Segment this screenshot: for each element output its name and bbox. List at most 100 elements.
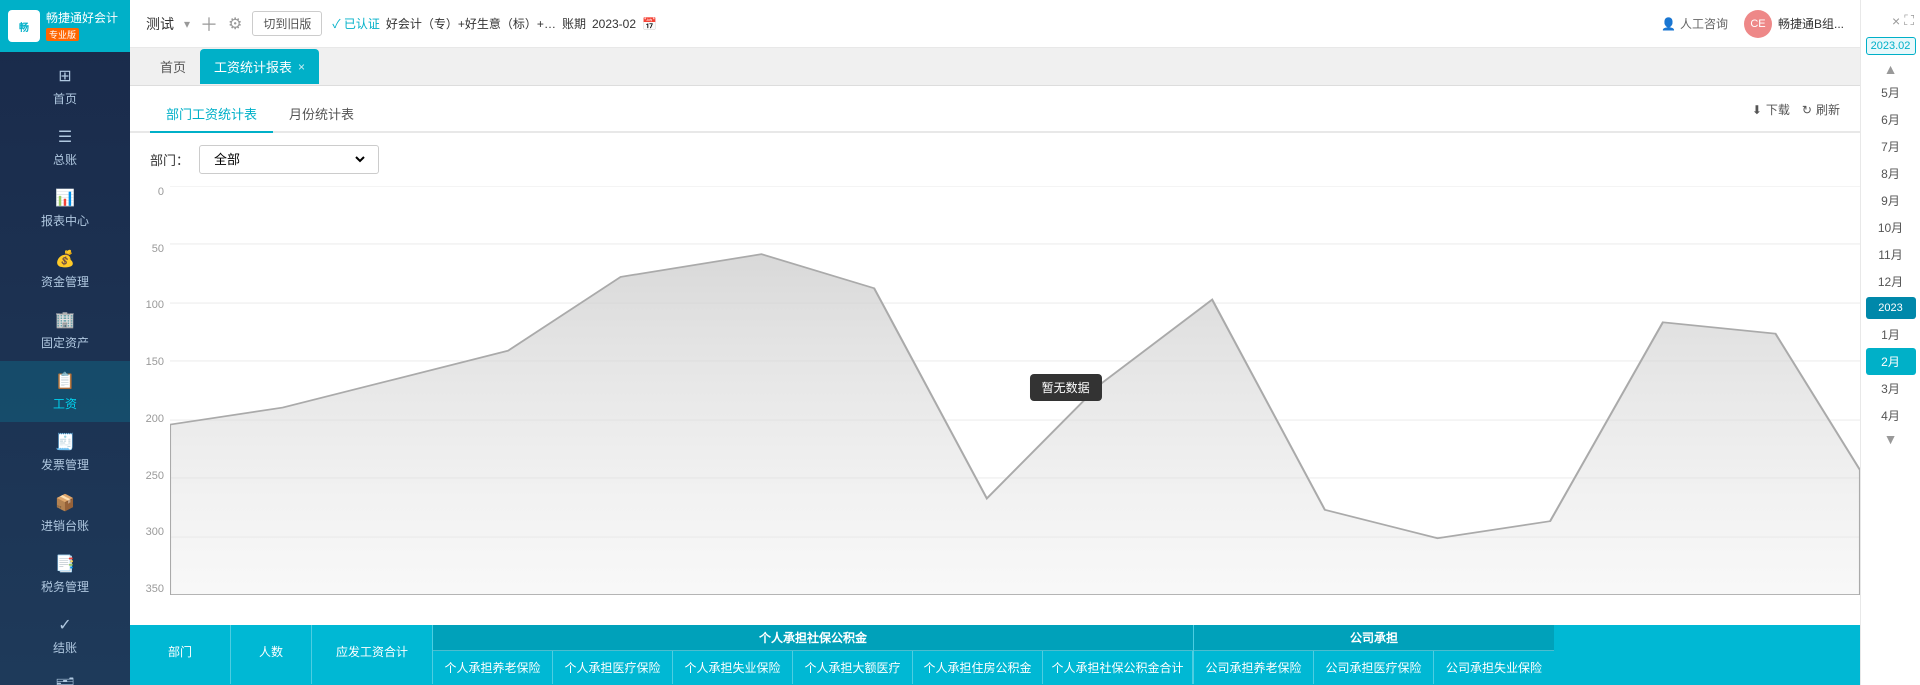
sidebar-item-settle[interactable]: ✓ 结账 bbox=[0, 605, 130, 666]
month-2-active[interactable]: 2月 bbox=[1866, 348, 1916, 375]
group-company-header: 公司承担 bbox=[1194, 625, 1554, 651]
next-period-button[interactable]: ▼ bbox=[1882, 429, 1900, 449]
reports-icon: 📊 bbox=[55, 188, 75, 208]
sidebar-item-archive[interactable]: 🗂 归档管理 bbox=[0, 666, 130, 685]
salary-icon: 📋 bbox=[55, 371, 75, 391]
col-personal-major-medical: 个人承担大额医疗 bbox=[793, 651, 913, 684]
period-label: 账期 bbox=[562, 15, 586, 32]
group-company: 公司承担 公司承担养老保险 公司承担医疗保险 公司承担失业保险 bbox=[1194, 625, 1554, 684]
sub-tab-month[interactable]: 月份统计表 bbox=[273, 96, 370, 133]
group-personal: 个人承担社保公积金 个人承担养老保险 个人承担医疗保险 个人承担失业保险 个人承… bbox=[433, 625, 1194, 684]
month-8[interactable]: 8月 bbox=[1866, 160, 1916, 187]
logo-name: 畅捷通好会计 bbox=[46, 11, 118, 27]
main-area: 测试 ▾ ＋ ⚙ 切到旧版 ✓ 已认证 好会计（专）+好生意（标）+… 账期 2… bbox=[130, 0, 1860, 685]
date-panel: 2023.02 ▲ 5月 6月 7月 8月 9月 10月 11月 12月 202… bbox=[1861, 33, 1920, 449]
gear-icon[interactable]: ⚙ bbox=[228, 14, 242, 34]
close-panel-button[interactable]: × bbox=[1892, 13, 1900, 29]
download-icon: ⬇ bbox=[1752, 103, 1762, 117]
calendar-icon[interactable]: 📅 bbox=[642, 17, 657, 31]
content-area: 首页 工资统计报表 × 部门工资统计表 月份统计表 ⬇ 下载 bbox=[130, 48, 1860, 685]
sidebar-label-purchase: 进销台账 bbox=[41, 517, 89, 534]
logo-icon: 畅 bbox=[8, 10, 40, 42]
month-5[interactable]: 5月 bbox=[1866, 79, 1916, 106]
col-dept-label: 部门 bbox=[130, 625, 230, 678]
col-company-medical: 公司承担医疗保险 bbox=[1314, 651, 1434, 684]
sidebar-item-home[interactable]: ⊞ 首页 bbox=[0, 56, 130, 117]
month-10[interactable]: 10月 bbox=[1866, 214, 1916, 241]
area-chart bbox=[170, 186, 1860, 595]
sidebar-label-settle: 结账 bbox=[53, 639, 77, 656]
month-4[interactable]: 4月 bbox=[1866, 402, 1916, 429]
dept-select[interactable]: 全部 财务部 销售部 人事部 技术部 bbox=[210, 151, 368, 168]
col-count: 人数 bbox=[231, 625, 312, 684]
tab-home[interactable]: 首页 bbox=[146, 49, 200, 84]
col-personal-total: 个人承担社保公积金合计 bbox=[1043, 651, 1193, 684]
chevron-down-icon[interactable]: ▾ bbox=[184, 17, 190, 31]
certified-status: ✓ 已认证 bbox=[332, 15, 380, 32]
topbar-status: ✓ 已认证 好会计（专）+好生意（标）+… 账期 2023-02 📅 bbox=[332, 15, 657, 32]
month-1[interactable]: 1月 bbox=[1866, 321, 1916, 348]
avatar: CE bbox=[1744, 10, 1772, 38]
page-content: 部门工资统计表 月份统计表 ⬇ 下载 ↻ 刷新 bbox=[130, 86, 1860, 685]
tab-salary-report[interactable]: 工资统计报表 × bbox=[200, 49, 319, 84]
topbar: 测试 ▾ ＋ ⚙ 切到旧版 ✓ 已认证 好会计（专）+好生意（标）+… 账期 2… bbox=[130, 0, 1860, 48]
sidebar-item-salary[interactable]: 📋 工资 bbox=[0, 361, 130, 422]
sidebar: 畅 畅捷通好会计 专业版 ⊞ 首页 ☰ 总账 📊 报表中心 💰 资金管理 🏢 固… bbox=[0, 0, 130, 685]
month-12[interactable]: 12月 bbox=[1866, 268, 1916, 295]
expand-panel-button[interactable]: ⛶ bbox=[1904, 12, 1914, 29]
dept-select-wrapper: 全部 财务部 销售部 人事部 技术部 bbox=[199, 145, 379, 174]
sidebar-item-invoice[interactable]: 🧾 发票管理 bbox=[0, 422, 130, 483]
filter-row: 部门： 全部 财务部 销售部 人事部 技术部 bbox=[130, 133, 1860, 186]
col-wage-total: 应发工资合计 bbox=[312, 625, 433, 684]
sidebar-label-reports: 报表中心 bbox=[41, 212, 89, 229]
switch-old-button[interactable]: 切到旧版 bbox=[252, 11, 322, 36]
group-personal-header: 个人承担社保公积金 bbox=[433, 625, 1193, 651]
sidebar-label-funds: 资金管理 bbox=[41, 273, 89, 290]
panel-controls: × ⛶ bbox=[1861, 4, 1920, 33]
sidebar-label-ledger: 总账 bbox=[53, 151, 77, 168]
month-6[interactable]: 6月 bbox=[1866, 106, 1916, 133]
sidebar-item-purchase[interactable]: 📦 进销台账 bbox=[0, 483, 130, 544]
sidebar-item-reports[interactable]: 📊 报表中心 bbox=[0, 178, 130, 239]
tab-close-button[interactable]: × bbox=[298, 60, 305, 74]
sidebar-item-tax[interactable]: 📑 税务管理 bbox=[0, 544, 130, 605]
funds-icon: 💰 bbox=[55, 249, 75, 269]
month-9[interactable]: 9月 bbox=[1866, 187, 1916, 214]
group-personal-cols: 个人承担养老保险 个人承担医疗保险 个人承担失业保险 个人承担大额医疗 个人承担… bbox=[433, 651, 1193, 684]
sidebar-label-assets: 固定资产 bbox=[41, 334, 89, 351]
topbar-title: 测试 bbox=[146, 14, 174, 34]
refresh-button[interactable]: ↻ 刷新 bbox=[1802, 101, 1840, 118]
tabs-row: 首页 工资统计报表 × bbox=[130, 48, 1860, 86]
month-11[interactable]: 11月 bbox=[1866, 241, 1916, 268]
month-3[interactable]: 3月 bbox=[1866, 375, 1916, 402]
sub-tab-dept[interactable]: 部门工资统计表 bbox=[150, 96, 273, 133]
sidebar-item-funds[interactable]: 💰 资金管理 bbox=[0, 239, 130, 300]
right-date-panel: × ⛶ 2023.02 ▲ 5月 6月 7月 8月 9月 10月 11月 12月… bbox=[1860, 0, 1920, 685]
col-wage-label: 应发工资合计 bbox=[312, 625, 432, 678]
chart-area: 350 300 250 200 150 100 50 0 bbox=[130, 186, 1860, 625]
user-menu[interactable]: CE 畅捷通B组... bbox=[1744, 10, 1844, 38]
invoice-icon: 🧾 bbox=[55, 432, 75, 452]
sidebar-item-assets[interactable]: 🏢 固定资产 bbox=[0, 300, 130, 361]
consult-button[interactable]: 👤 人工咨询 bbox=[1661, 15, 1728, 32]
table-footer-inner: 部门 人数 应发工资合计 个人承担社保公积金 个人承担养老保险 个人承担医疗保险 bbox=[130, 625, 1860, 684]
purchase-icon: 📦 bbox=[55, 493, 75, 513]
group-company-cols: 公司承担养老保险 公司承担医疗保险 公司承担失业保险 bbox=[1194, 651, 1554, 684]
consult-icon: 👤 bbox=[1661, 17, 1676, 31]
y-axis-labels: 350 300 250 200 150 100 50 0 bbox=[130, 186, 170, 595]
sidebar-logo: 畅 畅捷通好会计 专业版 bbox=[0, 0, 130, 52]
sidebar-item-ledger[interactable]: ☰ 总账 bbox=[0, 117, 130, 178]
home-icon: ⊞ bbox=[58, 66, 71, 86]
download-button[interactable]: ⬇ 下载 bbox=[1752, 101, 1790, 118]
sidebar-nav: ⊞ 首页 ☰ 总账 📊 报表中心 💰 资金管理 🏢 固定资产 📋 工资 🧾 发票… bbox=[0, 52, 130, 685]
prev-period-button[interactable]: ▲ bbox=[1882, 59, 1900, 79]
col-company-pension: 公司承担养老保险 bbox=[1194, 651, 1314, 684]
user-label: 畅捷通B组... bbox=[1778, 15, 1844, 32]
period-value: 2023-02 bbox=[592, 17, 636, 31]
col-personal-unemploy: 个人承担失业保险 bbox=[673, 651, 793, 684]
add-tab-button[interactable]: ＋ bbox=[200, 11, 218, 37]
settle-icon: ✓ bbox=[58, 615, 71, 635]
col-company-unemploy: 公司承担失业保险 bbox=[1434, 651, 1554, 684]
month-7[interactable]: 7月 bbox=[1866, 133, 1916, 160]
col-personal-medical: 个人承担医疗保险 bbox=[553, 651, 673, 684]
